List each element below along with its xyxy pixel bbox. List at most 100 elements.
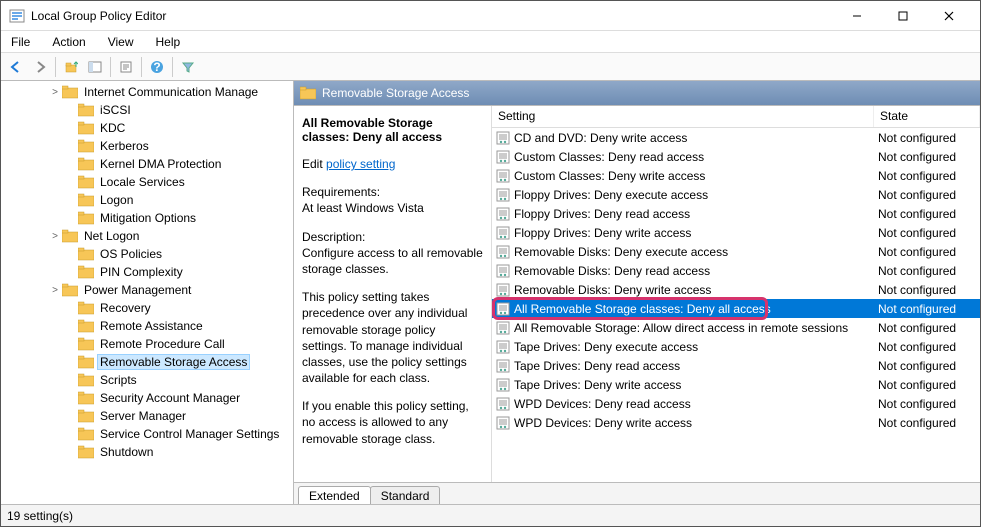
- cell-state: Not configured: [874, 207, 980, 221]
- menu-view[interactable]: View: [104, 33, 138, 51]
- folder-icon: [78, 157, 94, 171]
- tab-extended[interactable]: Extended: [298, 486, 371, 504]
- column-setting[interactable]: Setting: [492, 106, 874, 127]
- folder-icon: [62, 85, 78, 99]
- tree-item[interactable]: >Power Management: [1, 281, 293, 299]
- tree-item[interactable]: OS Policies: [1, 245, 293, 263]
- setting-name: All Removable Storage classes: Deny all …: [514, 302, 771, 316]
- menu-help[interactable]: Help: [152, 33, 185, 51]
- tree-item[interactable]: Locale Services: [1, 173, 293, 191]
- cell-setting: Removable Disks: Deny read access: [492, 264, 874, 278]
- expand-toggle[interactable]: >: [49, 87, 61, 98]
- tree-item[interactable]: Remote Assistance: [1, 317, 293, 335]
- tree-item[interactable]: Kernel DMA Protection: [1, 155, 293, 173]
- policy-icon: [496, 188, 510, 202]
- list-row[interactable]: Floppy Drives: Deny execute accessNot co…: [492, 185, 980, 204]
- close-button[interactable]: [926, 1, 972, 31]
- list-row[interactable]: WPD Devices: Deny write accessNot config…: [492, 413, 980, 432]
- policy-icon: [496, 207, 510, 221]
- list-row[interactable]: All Removable Storage classes: Deny all …: [492, 299, 980, 318]
- minimize-button[interactable]: [834, 1, 880, 31]
- tree-item[interactable]: KDC: [1, 119, 293, 137]
- list-row[interactable]: CD and DVD: Deny write accessNot configu…: [492, 128, 980, 147]
- tab-standard[interactable]: Standard: [370, 486, 441, 504]
- tree-item[interactable]: iSCSI: [1, 101, 293, 119]
- cell-state: Not configured: [874, 302, 980, 316]
- tree-item[interactable]: Kerberos: [1, 137, 293, 155]
- list-row[interactable]: Tape Drives: Deny read accessNot configu…: [492, 356, 980, 375]
- tree-item[interactable]: Scripts: [1, 371, 293, 389]
- list-row[interactable]: Tape Drives: Deny execute accessNot conf…: [492, 337, 980, 356]
- tree-item-label: OS Policies: [97, 247, 165, 261]
- list-row[interactable]: Tape Drives: Deny write accessNot config…: [492, 375, 980, 394]
- expand-toggle[interactable]: >: [49, 231, 61, 242]
- tree-item[interactable]: Mitigation Options: [1, 209, 293, 227]
- show-hide-tree-button[interactable]: [84, 56, 106, 78]
- help-button[interactable]: ?: [146, 56, 168, 78]
- cell-setting: Removable Disks: Deny execute access: [492, 245, 874, 259]
- edit-link-section: Edit policy setting: [302, 156, 483, 172]
- list-row[interactable]: All Removable Storage: Allow direct acce…: [492, 318, 980, 337]
- list-row[interactable]: Removable Disks: Deny execute accessNot …: [492, 242, 980, 261]
- tree-item[interactable]: Logon: [1, 191, 293, 209]
- tree-item[interactable]: Server Manager: [1, 407, 293, 425]
- setting-name: Floppy Drives: Deny read access: [514, 207, 690, 221]
- menu-file[interactable]: File: [7, 33, 34, 51]
- tree-item[interactable]: Security Account Manager: [1, 389, 293, 407]
- expand-toggle[interactable]: >: [49, 285, 61, 296]
- list-row[interactable]: Removable Disks: Deny write accessNot co…: [492, 280, 980, 299]
- list-row[interactable]: Floppy Drives: Deny read access Not confi…: [492, 204, 980, 223]
- tree-item[interactable]: Shutdown: [1, 443, 293, 461]
- tree-item[interactable]: Service Control Manager Settings: [1, 425, 293, 443]
- cell-state: Not configured: [874, 416, 980, 430]
- list-row[interactable]: Custom Classes: Deny read access Not conf…: [492, 147, 980, 166]
- tree-item[interactable]: Recovery: [1, 299, 293, 317]
- main-area: >Internet Communication ManageiSCSIKDCKe…: [1, 81, 980, 504]
- tree-item-label: iSCSI: [97, 103, 134, 117]
- toolbar: ?: [1, 53, 980, 81]
- cell-setting: Custom Classes: Deny read access: [492, 150, 874, 164]
- list-row[interactable]: Custom Classes: Deny write accessNot con…: [492, 166, 980, 185]
- tabs: Extended Standard: [294, 482, 980, 504]
- menu-action[interactable]: Action: [48, 33, 89, 51]
- up-button[interactable]: [60, 56, 82, 78]
- filter-button[interactable]: [177, 56, 199, 78]
- list-body[interactable]: CD and DVD: Deny write access Not configu…: [492, 128, 980, 482]
- forward-button[interactable]: [29, 56, 51, 78]
- console-tree[interactable]: >Internet Communication ManageiSCSIKDCKe…: [1, 81, 294, 504]
- policy-setting-link[interactable]: policy setting: [326, 157, 395, 171]
- back-button[interactable]: [5, 56, 27, 78]
- folder-icon: [78, 265, 94, 279]
- tree-item[interactable]: Remote Procedure Call: [1, 335, 293, 353]
- setting-name: Custom Classes: Deny read access: [514, 150, 704, 164]
- cell-state: Not configured: [874, 264, 980, 278]
- policy-icon: [496, 397, 510, 411]
- tree-item[interactable]: PIN Complexity: [1, 263, 293, 281]
- settings-list: ⌃ ⌄ Setting State CD and DVD: Deny write…: [492, 106, 980, 482]
- policy-icon: [496, 321, 510, 335]
- toolbar-separator: [172, 57, 173, 77]
- policy-icon: [496, 378, 510, 392]
- list-row[interactable]: Removable Disks: Deny read accessNot con…: [492, 261, 980, 280]
- policy-icon: [496, 340, 510, 354]
- cell-state: Not configured: [874, 150, 980, 164]
- folder-icon: [78, 301, 94, 315]
- folder-icon: [78, 121, 94, 135]
- properties-button[interactable]: [115, 56, 137, 78]
- toolbar-separator: [141, 57, 142, 77]
- tree-item-label: Security Account Manager: [97, 391, 243, 405]
- folder-icon: [78, 211, 94, 225]
- tree-item-label: Server Manager: [97, 409, 189, 423]
- description-label: Description:: [302, 229, 483, 245]
- list-row[interactable]: Floppy Drives: Deny write accessNot conf…: [492, 223, 980, 242]
- setting-name: CD and DVD: Deny write access: [514, 131, 687, 145]
- tree-item[interactable]: >Net Logon: [1, 227, 293, 245]
- column-state[interactable]: State: [874, 106, 980, 127]
- maximize-button[interactable]: [880, 1, 926, 31]
- cell-state: Not configured: [874, 169, 980, 183]
- tree-item[interactable]: >Internet Communication Manage: [1, 83, 293, 101]
- menu-bar: File Action View Help: [1, 31, 980, 53]
- tree-item[interactable]: Removable Storage Access: [1, 353, 293, 371]
- cell-setting: Custom Classes: Deny write access: [492, 169, 874, 183]
- list-row[interactable]: WPD Devices: Deny read accessNot configu…: [492, 394, 980, 413]
